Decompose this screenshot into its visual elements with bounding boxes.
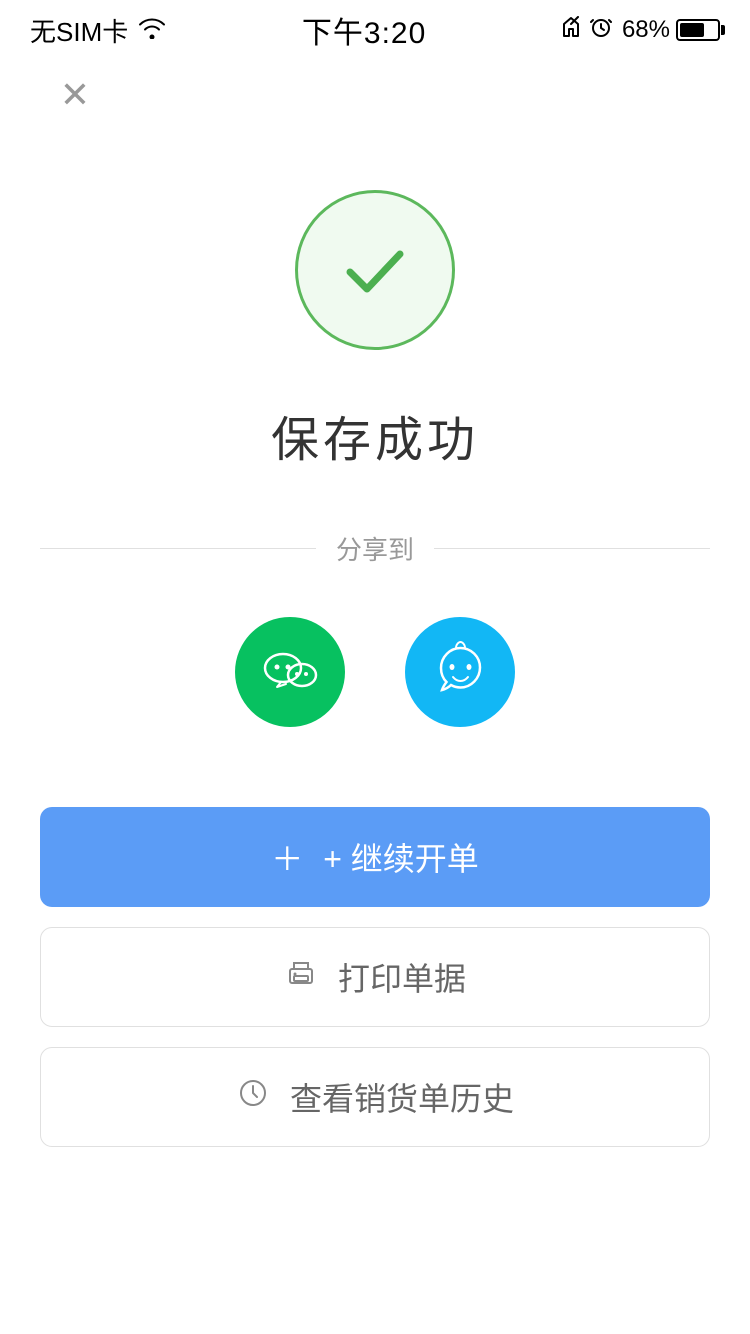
- wechat-icon: [258, 640, 323, 705]
- close-button[interactable]: ✕: [50, 70, 100, 120]
- checkmark-icon: [335, 230, 415, 310]
- plus-icon: ＋: [271, 834, 303, 880]
- status-bar: 无SIM卡 下午3:20 68%: [0, 0, 750, 60]
- success-circle: [295, 190, 455, 350]
- print-button[interactable]: 打印单据: [40, 927, 710, 1027]
- continue-label: + 继续开单: [323, 834, 479, 880]
- location-icon: [562, 16, 580, 45]
- status-time: 下午3:20: [302, 8, 426, 52]
- success-title: 保存成功: [271, 400, 479, 470]
- main-content: 保存成功 分享到: [0, 60, 750, 1147]
- actions-section: ＋ + 继续开单 打印单据 查看销货单历史: [40, 807, 710, 1147]
- print-label: 打印单据: [338, 954, 466, 1000]
- close-x-icon: ✕: [60, 77, 90, 113]
- share-icons: [235, 617, 515, 727]
- status-carrier: 无SIM卡: [30, 12, 166, 49]
- continue-order-button[interactable]: ＋ + 继续开单: [40, 807, 710, 907]
- share-divider: 分享到: [40, 530, 710, 567]
- wechat-share-button[interactable]: [235, 617, 345, 727]
- history-button[interactable]: 查看销货单历史: [40, 1047, 710, 1147]
- battery-container: 68%: [622, 16, 720, 44]
- qq-icon: [428, 640, 493, 705]
- battery-icon: [676, 19, 720, 41]
- status-right: 68%: [562, 16, 720, 45]
- divider-left: [40, 548, 316, 549]
- history-icon: [236, 1076, 270, 1118]
- success-section: 保存成功: [40, 190, 710, 530]
- carrier-text: 无SIM卡: [30, 12, 128, 49]
- history-label: 查看销货单历史: [290, 1074, 514, 1120]
- print-icon: [284, 956, 318, 998]
- qq-share-button[interactable]: [405, 617, 515, 727]
- wifi-icon: [138, 15, 166, 46]
- share-label: 分享到: [336, 530, 414, 567]
- divider-right: [434, 548, 710, 549]
- battery-percent: 68%: [622, 16, 670, 44]
- alarm-icon: [590, 16, 612, 45]
- share-section: 分享到: [40, 530, 710, 727]
